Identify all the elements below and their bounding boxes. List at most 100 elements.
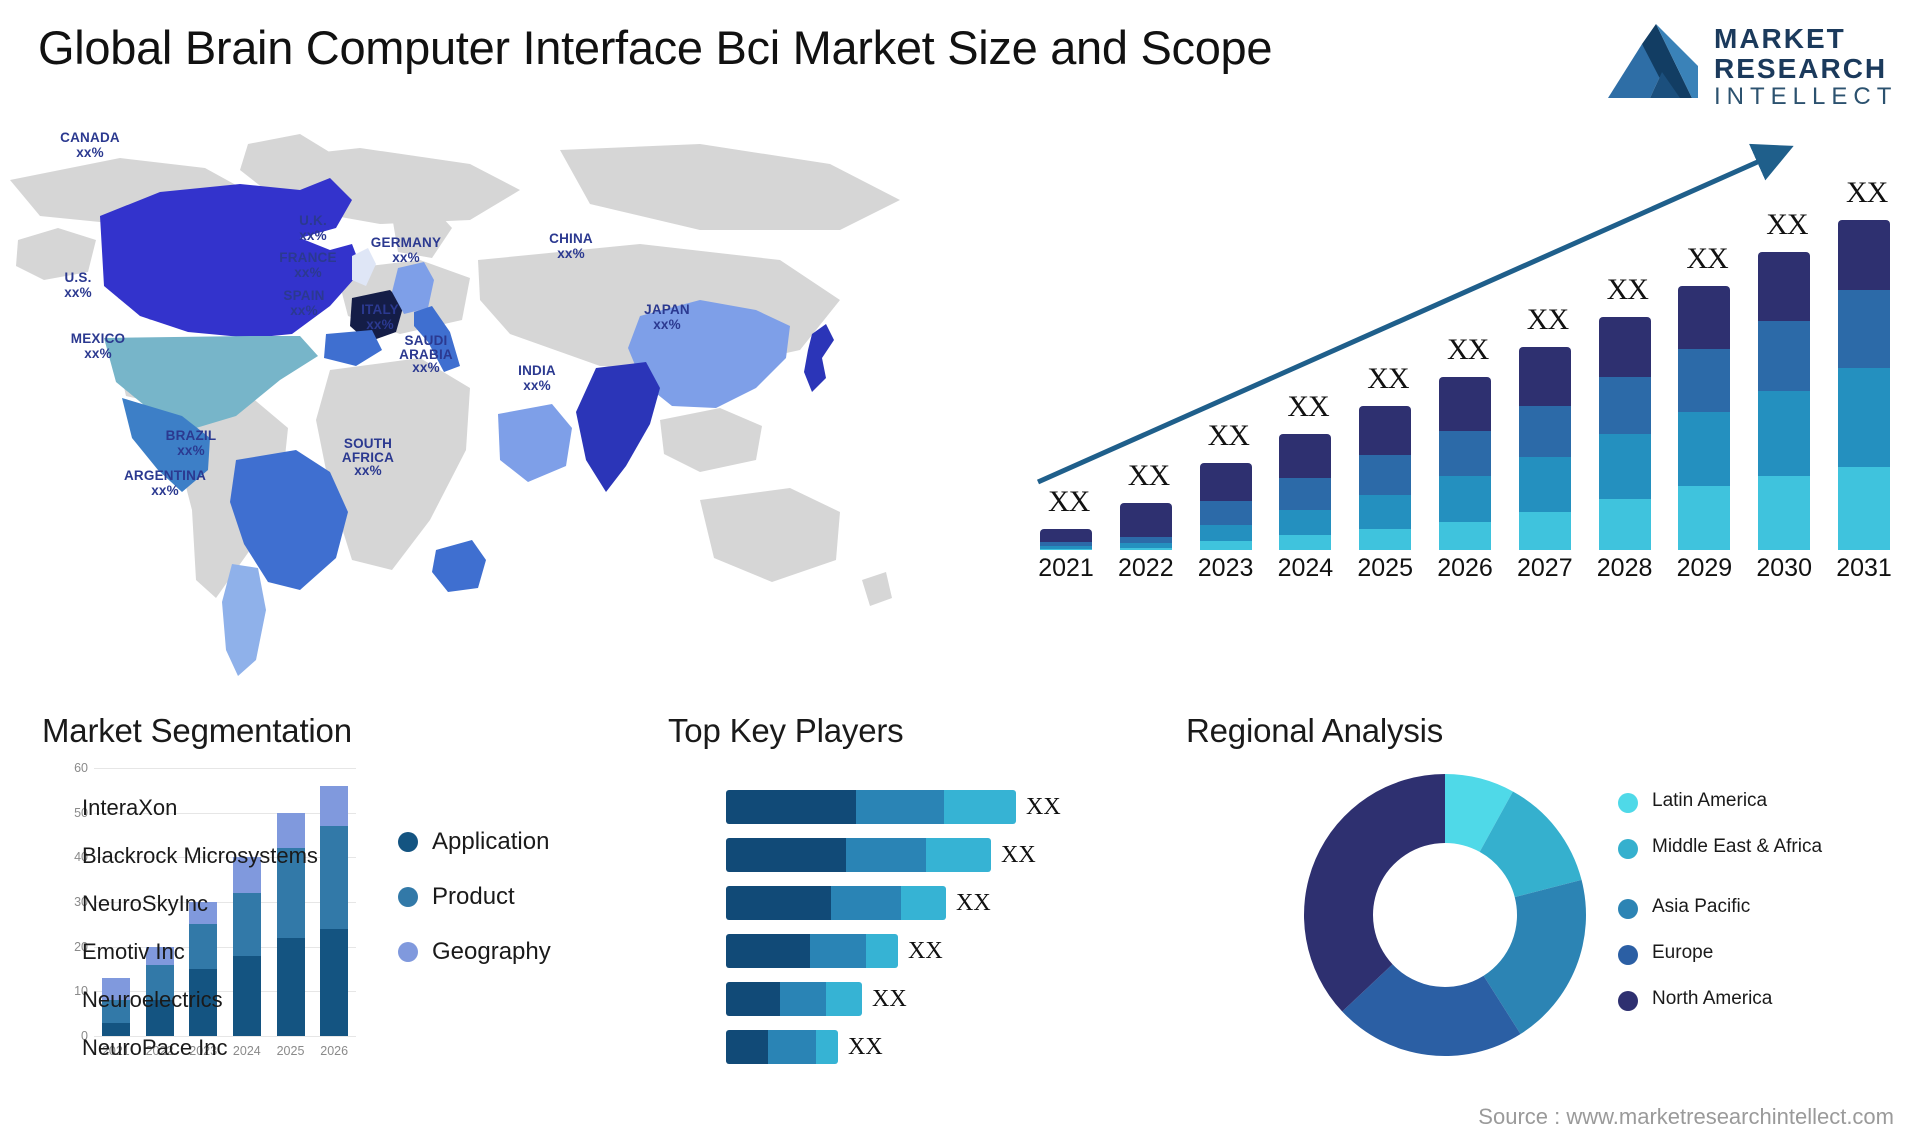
key-player-bar-segment — [726, 838, 846, 872]
regional-legend: Latin America Middle East & Africa Asia Pa… — [1618, 790, 1918, 1030]
segmentation-bar — [189, 902, 218, 1036]
growth-bar — [1758, 252, 1811, 550]
growth-bar-segment — [1678, 286, 1731, 349]
growth-bar-segment — [1598, 434, 1651, 499]
growth-bar-segment — [1678, 485, 1731, 550]
growth-bar-segment — [1040, 529, 1092, 543]
donut-svg — [1304, 774, 1586, 1056]
key-player-bar-segment — [826, 982, 862, 1016]
key-player-bar-segment — [780, 982, 826, 1016]
regional-legend-item[interactable]: North America — [1618, 988, 1772, 1011]
country-spain — [324, 330, 382, 366]
key-player-bar — [726, 790, 1016, 824]
key-player-name: Neuroelectrics — [82, 987, 223, 1012]
growth-bar-segment — [1279, 510, 1332, 535]
regional-legend-label: Middle East & Africa — [1652, 836, 1823, 857]
growth-bar-segment — [1279, 477, 1332, 511]
legend-swatch-icon — [1618, 899, 1638, 919]
growth-x-tick: 2022 — [1117, 554, 1174, 582]
map-svg — [10, 134, 900, 676]
country-argentina — [222, 564, 266, 676]
key-player-bar-segment — [726, 790, 856, 824]
growth-bar-segment — [1439, 521, 1491, 550]
growth-bar-segment — [1359, 529, 1412, 550]
growth-bar — [1119, 502, 1172, 550]
growth-bar-value-label: XX — [1766, 208, 1808, 242]
key-player-bar-segment — [944, 790, 1016, 824]
growth-bar-segment — [1199, 500, 1252, 526]
growth-bar — [1040, 529, 1092, 550]
regional-legend-item[interactable]: Asia Pacific — [1618, 896, 1750, 919]
growth-bar-segment — [1199, 540, 1252, 550]
growth-bar-segment — [1199, 462, 1252, 501]
svg-text:INTELLECT: INTELLECT — [1714, 83, 1896, 110]
growth-bar-segment — [1838, 220, 1890, 291]
donut-slice[interactable] — [1304, 774, 1445, 1012]
key-player-bar-segment — [926, 838, 991, 872]
growth-bar-segment — [1518, 347, 1571, 406]
growth-bar-value-label: XX — [1447, 333, 1489, 367]
growth-bar-value-label: XX — [1686, 242, 1728, 276]
key-player-value-label: XX — [872, 986, 907, 1012]
growth-bar-segment — [1119, 502, 1172, 537]
growth-bar-segment — [1359, 455, 1412, 496]
growth-x-tick: 2023 — [1197, 554, 1254, 582]
key-player-name: NeuroSkyInc — [82, 891, 208, 916]
regional-legend-item[interactable]: Latin America — [1618, 790, 1767, 813]
growth-bar-value-label: XX — [1526, 303, 1569, 337]
key-player-bar-segment — [901, 886, 946, 920]
regional-donut-chart — [1300, 770, 1590, 1060]
country-india — [576, 362, 660, 492]
key-player-bar-segment — [846, 838, 926, 872]
growth-bar — [1518, 347, 1571, 550]
key-player-bar-segment — [768, 1030, 816, 1064]
svg-text:MARKET: MARKET — [1714, 23, 1846, 54]
key-player-bar-segment — [831, 886, 901, 920]
growth-bar-value-label: XX — [1846, 176, 1888, 209]
key-players-chart: InteraXon XX Blackrock Microsystems XX Neuro… — [82, 790, 1200, 1090]
key-player-bar-segment — [726, 1030, 768, 1064]
legend-swatch-icon — [1618, 793, 1638, 813]
growth-bar-segment — [1598, 498, 1651, 550]
key-player-bar-segment — [816, 1030, 838, 1064]
growth-x-axis: 2021 2022 2023 2024 2025 2026 2027 2028 2029 2030… — [1020, 550, 1910, 600]
key-player-name: NeuroPace Inc — [82, 1035, 228, 1060]
growth-bar-value-label: XX — [1367, 361, 1409, 395]
growth-x-tick: 2029 — [1676, 554, 1733, 582]
infographic-page: Global Brain Computer Interface Bci Mark… — [0, 0, 1920, 1146]
growth-bar-segment — [1518, 457, 1571, 513]
growth-bar-segment — [1518, 512, 1571, 550]
growth-x-tick: 2025 — [1357, 554, 1413, 582]
growth-bar — [1598, 316, 1651, 550]
legend-swatch-icon — [1618, 945, 1638, 965]
regional-legend-item[interactable]: Europe — [1618, 942, 1713, 965]
growth-bar — [1199, 462, 1252, 550]
key-player-bar-segment — [726, 982, 780, 1016]
key-player-name: InteraXon — [82, 795, 178, 820]
country-canada — [100, 178, 362, 338]
regional-legend-item[interactable]: Middle East & Africa — [1618, 836, 1822, 859]
growth-bar-segment — [1279, 434, 1332, 478]
growth-x-tick: 2021 — [1038, 554, 1094, 582]
legend-swatch-icon — [1618, 991, 1638, 1011]
svg-text:RESEARCH: RESEARCH — [1714, 53, 1887, 84]
growth-bar-segment — [1598, 377, 1651, 435]
growth-bar-segment — [1439, 430, 1491, 477]
growth-bar-segment — [1518, 405, 1571, 458]
growth-bar-segment — [1678, 411, 1731, 486]
logo-mountain-icon — [1608, 24, 1698, 98]
growth-bar-segment — [1199, 525, 1252, 541]
growth-bar-value-label: XX — [1048, 485, 1090, 519]
page-title: Global Brain Computer Interface Bci Mark… — [38, 21, 1273, 74]
key-player-value-label: XX — [956, 890, 991, 916]
growth-bar-segment — [1439, 377, 1491, 431]
section-title-segmentation: Market Segmentation — [42, 712, 352, 749]
growth-bar-segment — [1838, 466, 1890, 550]
growth-bar-segment — [1359, 405, 1412, 456]
key-player-bar-segment — [726, 886, 831, 920]
growth-x-tick: 2024 — [1277, 554, 1334, 582]
growth-x-tick: 2030 — [1756, 554, 1812, 582]
growth-bar — [1279, 434, 1332, 550]
growth-x-tick: 2028 — [1596, 554, 1653, 582]
growth-bar-segment — [1838, 290, 1890, 368]
